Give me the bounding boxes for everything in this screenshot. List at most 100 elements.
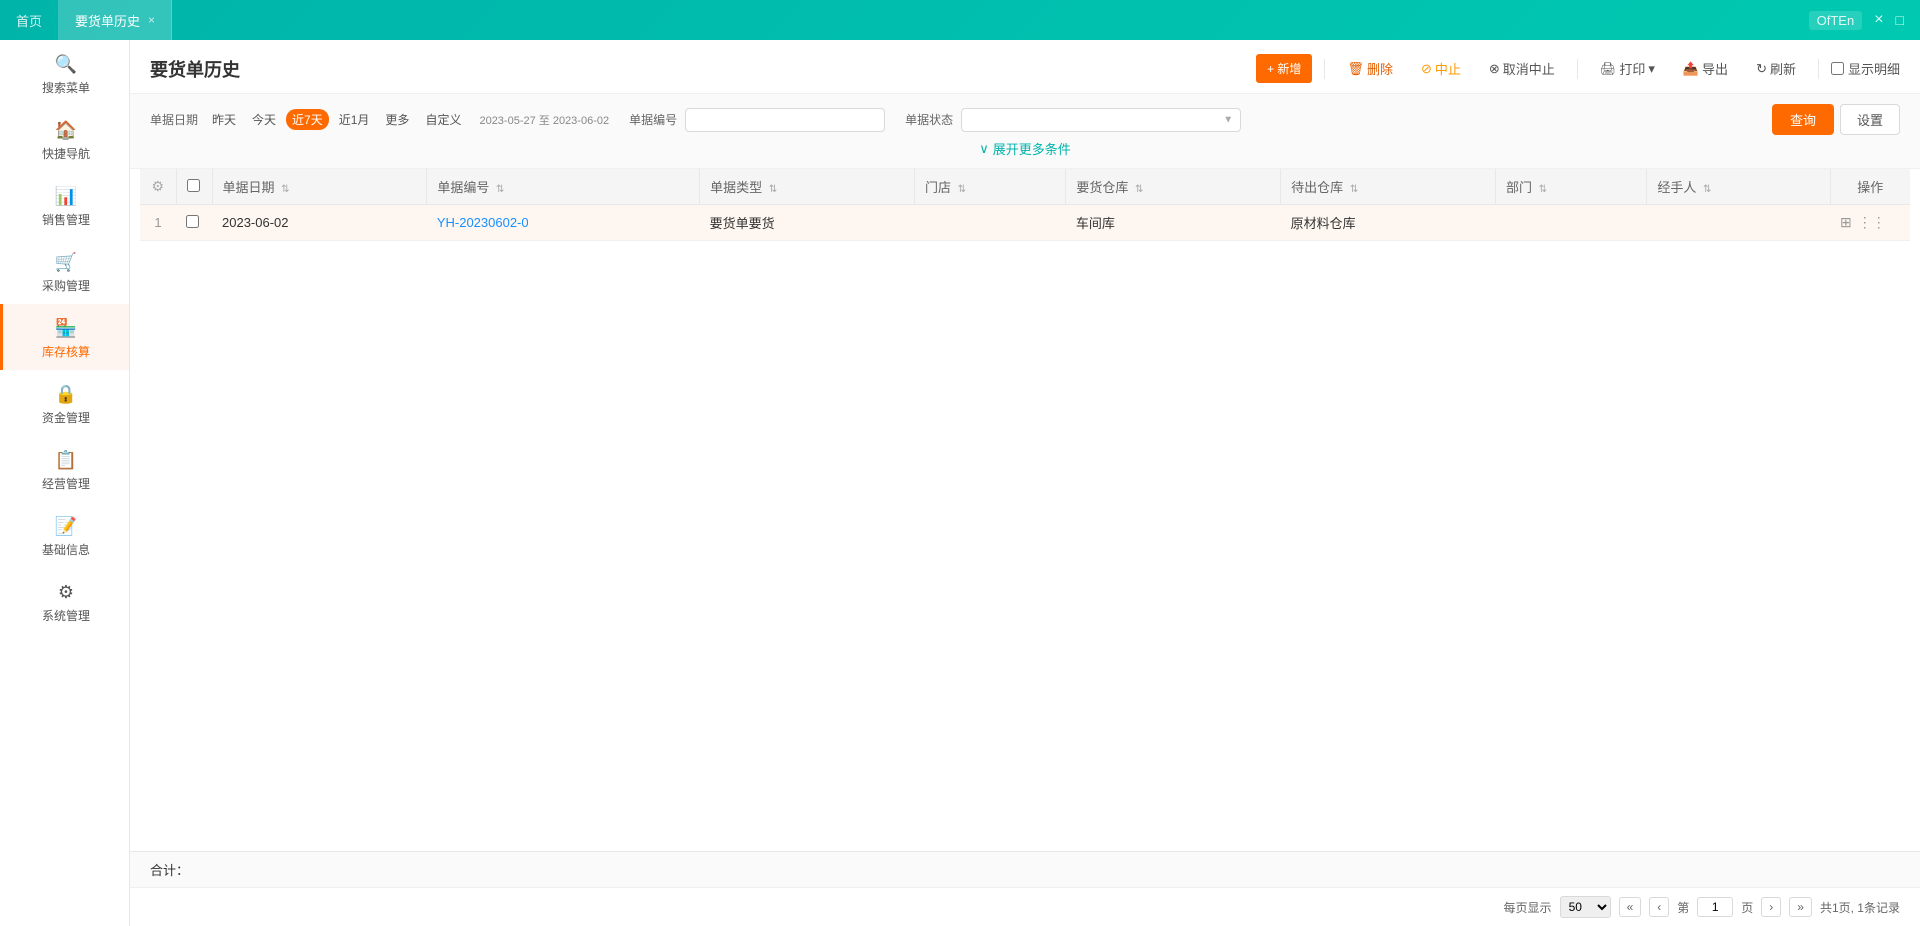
col-store-sort[interactable]: ⇅: [958, 184, 966, 195]
sidebar-item-search-menu[interactable]: 🔍 搜索菜单: [0, 40, 129, 106]
sidebar-item-quick-nav[interactable]: 🏠 快捷导航: [0, 106, 129, 172]
row-doc-type: 要货单要货: [700, 205, 915, 241]
export-button[interactable]: 📤 导出: [1673, 54, 1738, 83]
refresh-button[interactable]: ↻ 刷新: [1746, 54, 1806, 83]
basic-info-icon: 📝: [55, 516, 77, 537]
date-shortcut-yesterday[interactable]: 昨天: [206, 109, 242, 130]
page-size-label: 每页显示: [1504, 899, 1552, 916]
expand-more-row[interactable]: ∨ 展开更多条件: [150, 135, 1900, 158]
tab-bar: 首页 要货单历史 ×: [0, 0, 1793, 40]
print-icon: 🖨: [1600, 61, 1617, 77]
toolbar-divider-2: [1577, 59, 1578, 79]
filter-bar: 单据日期 昨天 今天 近7天 近1月 更多 自定义 2023-05-27 至 2…: [130, 94, 1920, 169]
col-req-warehouse-sort[interactable]: ⇅: [1135, 184, 1143, 195]
row-doc-date: 2023-06-02: [212, 205, 427, 241]
top-bar-right: OfTEn × □: [1793, 11, 1920, 30]
col-handler: 经手人 ⇅: [1647, 169, 1830, 205]
window-close-icon[interactable]: ×: [1874, 11, 1883, 29]
column-settings-icon[interactable]: ⚙: [150, 178, 166, 195]
doc-status-label: 单据状态: [905, 111, 953, 128]
col-doc-type-sort[interactable]: ⇅: [769, 184, 777, 195]
sidebar-item-finance-mgmt[interactable]: 🔒 资金管理: [0, 370, 129, 436]
sidebar-item-ops-mgmt[interactable]: 📋 经营管理: [0, 436, 129, 502]
date-shortcut-more[interactable]: 更多: [379, 109, 415, 130]
next-page-button[interactable]: ›: [1761, 897, 1781, 917]
sales-mgmt-icon: 📊: [55, 186, 77, 207]
date-shortcut-last1m[interactable]: 近1月: [333, 109, 376, 130]
last-page-button[interactable]: »: [1789, 897, 1812, 917]
display-detail-checkbox-label[interactable]: 显示明细: [1831, 59, 1900, 78]
stop-button[interactable]: ⊘ 中止: [1411, 54, 1471, 83]
col-actions: 操作: [1830, 169, 1910, 205]
requisition-table: ⚙ 单据日期 ⇅ 单据编号 ⇅: [140, 169, 1910, 241]
col-doc-type-label: 单据类型: [710, 180, 762, 195]
row-department: [1496, 205, 1647, 241]
date-range-text: 2023-05-27 至 2023-06-02: [479, 112, 609, 128]
display-detail-checkbox[interactable]: [1831, 62, 1844, 75]
sidebar-item-sales-mgmt[interactable]: 📊 销售管理: [0, 172, 129, 238]
settings-button[interactable]: 设置: [1840, 104, 1900, 135]
prev-page-button[interactable]: ‹: [1649, 897, 1669, 917]
col-store-label: 门店: [925, 180, 951, 195]
date-shortcut-today[interactable]: 今天: [246, 109, 282, 130]
row-select-checkbox[interactable]: [186, 215, 199, 228]
total-info: 共1页, 1条记录: [1820, 899, 1900, 916]
often-badge[interactable]: OfTEn: [1809, 11, 1863, 30]
sidebar-item-inventory[interactable]: 🏪 库存核算: [0, 304, 129, 370]
tab-requisition-history-label: 要货单历史: [75, 11, 140, 30]
date-shortcut-custom[interactable]: 自定义: [419, 109, 467, 130]
toolbar-divider-1: [1324, 59, 1325, 79]
sidebar-item-sys-mgmt[interactable]: ⚙ 系统管理: [0, 568, 129, 634]
row-actions: ⊞ ⋮⋮: [1830, 205, 1910, 241]
delete-button[interactable]: 🗑 删除: [1337, 54, 1403, 83]
table-header-row: ⚙ 单据日期 ⇅ 单据编号 ⇅: [140, 169, 1910, 205]
row-doc-no: YH-20230602-0: [427, 205, 700, 241]
col-pending-warehouse-sort[interactable]: ⇅: [1350, 184, 1358, 195]
display-detail-label: 显示明细: [1848, 59, 1900, 78]
sidebar-item-purchase-mgmt[interactable]: 🛒 采购管理: [0, 238, 129, 304]
sys-mgmt-icon: ⚙: [58, 582, 74, 603]
sidebar: 🔍 搜索菜单 🏠 快捷导航 📊 销售管理 🛒 采购管理 🏪 库存核算 🔒 资金管…: [0, 40, 130, 926]
tab-home-label: 首页: [16, 11, 42, 30]
row-more-icon[interactable]: ⋮⋮: [1858, 214, 1886, 231]
col-department-sort[interactable]: ⇅: [1539, 184, 1547, 195]
first-page-button[interactable]: «: [1619, 897, 1642, 917]
cancel-stop-button[interactable]: ⊗ 取消中止: [1479, 54, 1565, 83]
tab-home[interactable]: 首页: [0, 0, 59, 40]
sidebar-item-sys-mgmt-label: 系统管理: [42, 607, 90, 624]
tab-close-icon[interactable]: ×: [148, 13, 155, 27]
window-restore-icon[interactable]: □: [1896, 12, 1904, 28]
doc-no-input[interactable]: [685, 108, 885, 132]
col-req-warehouse: 要货仓库 ⇅: [1066, 169, 1281, 205]
row-view-icon[interactable]: ⊞: [1840, 214, 1852, 231]
page-input[interactable]: [1697, 897, 1733, 917]
page-size-select[interactable]: 50 10 20 100: [1560, 896, 1611, 918]
col-doc-no-sort[interactable]: ⇅: [496, 184, 504, 195]
doc-status-select[interactable]: [961, 108, 1241, 132]
page-header: 要货单历史 + 新增 🗑 删除 ⊘ 中止 ⊗ 取消中止 🖨: [130, 40, 1920, 94]
sidebar-item-basic-info[interactable]: 📝 基础信息: [0, 502, 129, 568]
print-button[interactable]: 🖨 打印 ▾: [1590, 54, 1665, 83]
select-all-checkbox[interactable]: [187, 179, 200, 192]
doc-no-link[interactable]: YH-20230602-0: [437, 215, 529, 230]
page-label: 页: [1741, 899, 1753, 916]
row-checkbox: [176, 205, 212, 241]
sidebar-item-purchase-mgmt-label: 采购管理: [42, 277, 90, 294]
tab-requisition-history[interactable]: 要货单历史 ×: [59, 0, 172, 40]
date-shortcut-last7[interactable]: 近7天: [286, 109, 329, 130]
col-doc-date-sort[interactable]: ⇅: [281, 184, 289, 195]
page-jump-label: 第: [1677, 899, 1689, 916]
new-button[interactable]: + 新增: [1256, 54, 1312, 83]
query-button[interactable]: 查询: [1772, 104, 1834, 135]
col-doc-date-label: 单据日期: [223, 180, 275, 195]
toolbar-divider-3: [1818, 59, 1819, 79]
delete-icon: 🗑: [1347, 61, 1364, 77]
doc-no-filter-group: 单据编号: [629, 108, 885, 132]
doc-status-filter-group: 单据状态: [905, 108, 1241, 132]
table-container: ⚙ 单据日期 ⇅ 单据编号 ⇅: [130, 169, 1920, 851]
col-pending-warehouse-label: 待出仓库: [1291, 180, 1343, 195]
refresh-icon: ↻: [1756, 61, 1767, 77]
col-handler-sort[interactable]: ⇅: [1703, 184, 1711, 195]
date-shortcuts: 昨天 今天 近7天 近1月 更多 自定义: [206, 109, 467, 130]
cancel-stop-icon: ⊗: [1489, 61, 1500, 77]
